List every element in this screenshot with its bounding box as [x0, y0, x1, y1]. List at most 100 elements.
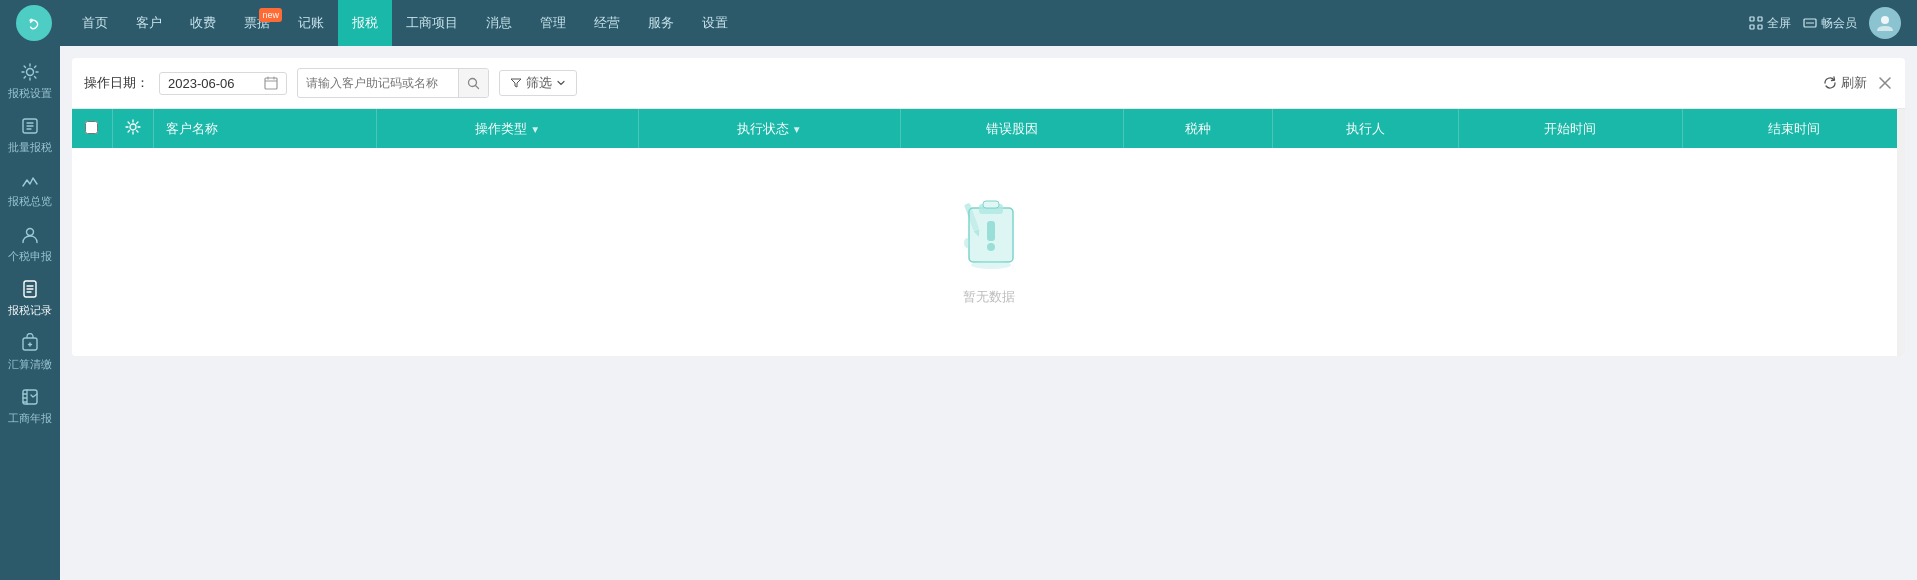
nav-item-设置[interactable]: 设置	[688, 0, 742, 46]
search-input[interactable]	[298, 72, 458, 94]
svg-point-27	[964, 238, 970, 248]
sidebar-item-工商年报[interactable]: 工商年报	[0, 379, 60, 433]
scrollbar-track[interactable]	[1897, 109, 1905, 356]
sidebar: 报税设置批量报税报税总览个税申报报税记录汇算清缴工商年报	[0, 46, 60, 580]
app-logo[interactable]	[16, 5, 52, 41]
svg-point-7	[1881, 16, 1889, 24]
top-nav-right: 全屏 畅会员	[1749, 7, 1901, 39]
svg-rect-23	[983, 201, 999, 208]
svg-rect-5	[1758, 25, 1762, 29]
vip-button[interactable]: 畅会员	[1803, 15, 1857, 32]
close-icon	[1877, 75, 1893, 91]
sidebar-item-label-工商年报: 工商年报	[8, 412, 52, 425]
op-type-filter-icon: ▼	[530, 124, 540, 135]
select-all-checkbox[interactable]	[85, 121, 98, 134]
empty-state: 暂无数据	[72, 148, 1905, 356]
date-label: 操作日期：	[84, 74, 149, 92]
svg-rect-24	[987, 221, 995, 241]
sidebar-item-label-报税总览: 报税总览	[8, 195, 52, 208]
svg-point-0	[25, 14, 43, 32]
refresh-button[interactable]: 刷新	[1823, 74, 1867, 92]
tax-setting-icon	[20, 62, 40, 84]
settlement-icon	[20, 333, 40, 355]
fullscreen-button[interactable]: 全屏	[1749, 15, 1791, 32]
filter-button[interactable]: 筛选	[499, 70, 577, 96]
toolbar: 操作日期：	[72, 58, 1905, 109]
svg-rect-2	[1750, 17, 1754, 21]
sidebar-item-label-汇算清缴: 汇算清缴	[8, 358, 52, 371]
table-body: 暂无数据	[72, 148, 1905, 356]
refresh-icon	[1823, 76, 1837, 90]
th-setting[interactable]	[112, 109, 153, 148]
nav-item-票据[interactable]: 票据new	[230, 0, 284, 46]
nav-item-服务[interactable]: 服务	[634, 0, 688, 46]
search-button[interactable]	[458, 69, 488, 97]
close-button[interactable]	[1877, 75, 1893, 91]
svg-point-8	[27, 69, 34, 76]
empty-text: 暂无数据	[963, 288, 1015, 306]
search-icon	[467, 77, 480, 90]
nav-item-收费[interactable]: 收费	[176, 0, 230, 46]
fullscreen-label: 全屏	[1767, 15, 1791, 32]
chevron-down-icon	[556, 78, 566, 88]
sidebar-item-批量报税[interactable]: 批量报税	[0, 108, 60, 162]
sidebar-item-报税记录[interactable]: 报税记录	[0, 271, 60, 325]
toolbar-right: 刷新	[1823, 74, 1893, 92]
setting-icon	[125, 119, 141, 135]
th-status[interactable]: 执行状态▼	[638, 109, 900, 148]
sidebar-item-label-个税申报: 个税申报	[8, 250, 52, 263]
sidebar-item-汇算清缴[interactable]: 汇算清缴	[0, 325, 60, 379]
table-header-row: 客户名称 操作类型▼ 执行状态▼ 错误股因 税种	[72, 109, 1905, 148]
badge-new: new	[259, 8, 282, 22]
tax-overview-icon	[20, 170, 40, 192]
status-filter-icon: ▼	[792, 124, 802, 135]
nav-item-工商项目[interactable]: 工商项目	[392, 0, 472, 46]
sidebar-item-label-报税设置: 报税设置	[8, 87, 52, 100]
top-navigation: 首页客户收费票据new记账报税工商项目消息管理经营服务设置 全屏 畅会员	[0, 0, 1917, 46]
data-table: 客户名称 操作类型▼ 执行状态▼ 错误股因 税种	[72, 109, 1905, 356]
sidebar-item-报税设置[interactable]: 报税设置	[0, 54, 60, 108]
nav-items: 首页客户收费票据new记账报税工商项目消息管理经营服务设置	[68, 0, 1749, 46]
th-error: 错误股因	[900, 109, 1124, 148]
filter-icon	[510, 77, 522, 89]
th-op-type[interactable]: 操作类型▼	[377, 109, 639, 148]
calendar-icon	[264, 76, 278, 90]
main-content: 操作日期：	[60, 46, 1917, 580]
svg-point-10	[27, 228, 34, 235]
nav-item-消息[interactable]: 消息	[472, 0, 526, 46]
th-start-time: 开始时间	[1458, 109, 1682, 148]
nav-item-报税[interactable]: 报税	[338, 0, 392, 46]
svg-point-16	[130, 124, 136, 130]
th-customer: 客户名称	[153, 109, 377, 148]
sidebar-item-个税申报[interactable]: 个税申报	[0, 217, 60, 271]
th-tax-type: 税种	[1124, 109, 1272, 148]
svg-point-25	[987, 243, 995, 251]
nav-item-首页[interactable]: 首页	[68, 0, 122, 46]
nav-item-管理[interactable]: 管理	[526, 0, 580, 46]
empty-row: 暂无数据	[72, 148, 1905, 356]
th-checkbox[interactable]	[72, 109, 112, 148]
sidebar-item-报税总览[interactable]: 报税总览	[0, 162, 60, 216]
tax-record-icon	[20, 279, 40, 301]
sidebar-item-label-报税记录: 报税记录	[8, 304, 52, 317]
svg-rect-4	[1750, 25, 1754, 29]
nav-item-记账[interactable]: 记账	[284, 0, 338, 46]
user-avatar[interactable]	[1869, 7, 1901, 39]
empty-illustration	[944, 188, 1034, 278]
th-executor: 执行人	[1272, 109, 1458, 148]
content-card: 操作日期：	[72, 58, 1905, 356]
search-wrap	[297, 68, 489, 98]
vip-label: 畅会员	[1821, 15, 1857, 32]
svg-rect-14	[265, 78, 277, 89]
svg-rect-3	[1758, 17, 1762, 21]
table-scroll[interactable]: 客户名称 操作类型▼ 执行状态▼ 错误股因 税种	[72, 109, 1905, 356]
nav-item-客户[interactable]: 客户	[122, 0, 176, 46]
date-input[interactable]	[168, 76, 258, 91]
annual-report-icon	[20, 387, 40, 409]
svg-point-26	[971, 261, 1011, 269]
nav-item-经营[interactable]: 经营	[580, 0, 634, 46]
refresh-label: 刷新	[1841, 74, 1867, 92]
date-picker[interactable]	[159, 72, 287, 95]
filter-label: 筛选	[526, 74, 552, 92]
batch-tax-icon	[20, 116, 40, 138]
